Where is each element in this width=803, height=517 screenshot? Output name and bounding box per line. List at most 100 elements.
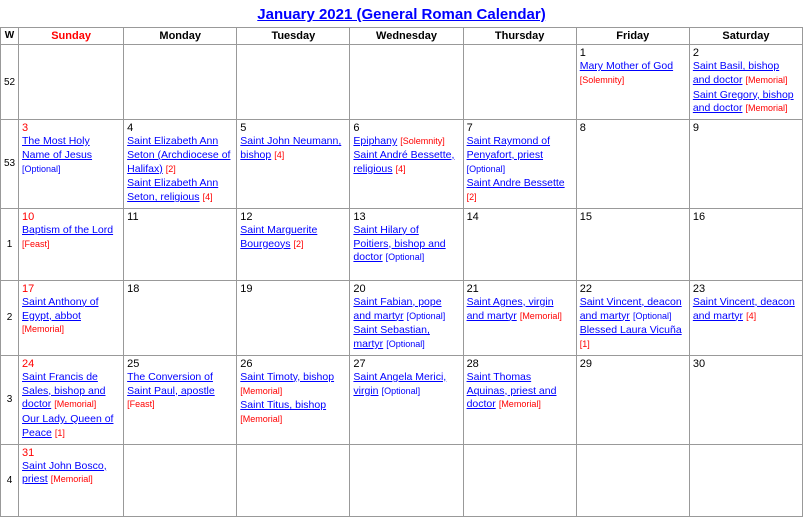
calendar-header-row: W Sunday Monday Tuesday Wednesday Thursd… [1,28,803,45]
feast-badge: [Memorial] [22,324,64,334]
day-number: 14 [467,211,573,223]
calendar-entry: Saint Agnes, virgin and martyr [Memorial… [467,296,573,324]
calendar-entry: The Most Holy Name of Jesus [Optional] [22,135,120,176]
calendar-entry: Saint Thomas Aquinas, priest and doctor … [467,371,573,412]
calendar-cell: 18 [124,280,237,355]
day-number: 18 [127,283,233,295]
monday-header: Monday [124,28,237,45]
day-number: 10 [22,211,120,223]
saint-link[interactable]: Saint Vincent, deacon and martyr [693,296,795,322]
calendar-row: 110Baptism of the Lord [Feast]1112Saint … [1,208,803,280]
feast-badge: [4] [746,311,756,321]
day-number: 23 [693,283,799,295]
day-number: 2 [693,47,799,59]
feast-badge: [Optional] [22,164,61,174]
feast-badge: [Memorial] [520,311,562,321]
saint-link[interactable]: Epiphany [353,135,397,147]
day-number: 11 [127,211,233,223]
calendar-cell: 11 [124,208,237,280]
calendar-row: 533The Most Holy Name of Jesus [Optional… [1,120,803,209]
calendar-entry: Saint Raymond of Penyafort, priest [Opti… [467,135,573,176]
calendar-entry: Saint Fabian, pope and martyr [Optional] [353,296,459,324]
day-number: 29 [580,358,686,370]
calendar-cell [689,444,802,516]
feast-badge: [Optional] [386,252,425,262]
feast-badge: [Optional] [633,311,672,321]
saint-link[interactable]: Saint Titus, bishop [240,399,326,411]
week-number: 1 [1,208,19,280]
saint-link[interactable]: Saint Marguerite Bourgeoys [240,224,317,250]
week-header: W [1,28,19,45]
calendar-cell: 12Saint Marguerite Bourgeoys [2] [237,208,350,280]
feast-badge: [Memorial] [240,386,282,396]
day-number: 4 [127,122,233,134]
tuesday-header: Tuesday [237,28,350,45]
calendar-cell: 28Saint Thomas Aquinas, priest and docto… [463,355,576,444]
calendar-entry: Saint John Neumann, bishop [4] [240,135,346,163]
week-number: 2 [1,280,19,355]
calendar-entry: Saint Elizabeth Ann Seton (Archdiocese o… [127,135,233,176]
day-number: 8 [580,122,686,134]
calendar-cell: 19 [237,280,350,355]
saint-link[interactable]: Saint Elizabeth Ann Seton (Archdiocese o… [127,135,230,175]
saint-link[interactable]: Saint Andre Bessette [467,177,565,189]
saint-link[interactable]: Saint John Neumann, bishop [240,135,341,161]
calendar-cell: 17Saint Anthony of Egypt, abbot [Memoria… [19,280,124,355]
calendar-cell: 1Mary Mother of God [Solemnity] [576,45,689,120]
feast-badge: [Memorial] [54,399,96,409]
day-number: 28 [467,358,573,370]
saint-link[interactable]: Blessed Laura Vicuña [580,324,682,336]
calendar-row: 521Mary Mother of God [Solemnity]2Saint … [1,45,803,120]
day-number: 16 [693,211,799,223]
calendar-cell [576,444,689,516]
day-number: 17 [22,283,120,295]
sunday-header: Sunday [19,28,124,45]
feast-badge: [4] [396,164,406,174]
feast-badge: [1] [55,428,65,438]
friday-header: Friday [576,28,689,45]
calendar-entry: Saint Marguerite Bourgeoys [2] [240,224,346,252]
day-number: 13 [353,211,459,223]
calendar-entry: Saint Francis de Sales, bishop and docto… [22,371,120,412]
saint-link[interactable]: The Conversion of Saint Paul, apostle [127,371,215,397]
calendar-cell [19,45,124,120]
saint-link[interactable]: Our Lady, Queen of Peace [22,413,113,439]
calendar-entry: Epiphany [Solemnity]Saint André Bessette… [353,135,459,176]
saint-link[interactable]: Baptism of the Lord [22,224,113,236]
calendar-entry: Saint Vincent, deacon and martyr [Option… [580,296,686,324]
calendar-entry: Saint Timoty, bishop [Memorial] [240,371,346,399]
calendar-entry: Saint Gregory, bishop and doctor [Memori… [693,89,799,117]
saint-link[interactable]: Saint Anthony of Egypt, abbot [22,296,98,322]
calendar-table: W Sunday Monday Tuesday Wednesday Thursd… [0,27,803,517]
day-number: 7 [467,122,573,134]
calendar-entry: Saint Elizabeth Ann Seton, religious [4] [127,177,233,205]
feast-badge: [Optional] [382,386,421,396]
day-number: 27 [353,358,459,370]
page-title: January 2021 (General Roman Calendar) [0,0,803,27]
saint-link[interactable]: Mary Mother of God [580,60,673,72]
day-number: 30 [693,358,799,370]
calendar-entry: Saint Titus, bishop [Memorial] [240,399,346,427]
feast-badge: [4] [203,192,213,202]
saint-link[interactable]: Saint Timoty, bishop [240,371,334,383]
calendar-cell: 21Saint Agnes, virgin and martyr [Memori… [463,280,576,355]
day-number: 19 [240,283,346,295]
calendar-body: 521Mary Mother of God [Solemnity]2Saint … [1,45,803,517]
calendar-cell: 16 [689,208,802,280]
calendar-cell [124,444,237,516]
saint-link[interactable]: The Most Holy Name of Jesus [22,135,92,161]
feast-badge: [2] [294,239,304,249]
calendar-cell [350,444,463,516]
calendar-entry: Mary Mother of God [Solemnity] [580,60,686,88]
calendar-cell: 13Saint Hilary of Poitiers, bishop and d… [350,208,463,280]
calendar-cell: 8 [576,120,689,209]
week-number: 53 [1,120,19,209]
calendar-entry: Our Lady, Queen of Peace [1] [22,413,120,441]
feast-badge: [Optional] [407,311,446,321]
feast-badge: [Solemnity] [400,136,445,146]
day-number: 9 [693,122,799,134]
feast-badge: [Feast] [127,399,155,409]
wednesday-header: Wednesday [350,28,463,45]
saint-link[interactable]: Saint Raymond of Penyafort, priest [467,135,550,161]
feast-badge: [2] [467,192,477,202]
